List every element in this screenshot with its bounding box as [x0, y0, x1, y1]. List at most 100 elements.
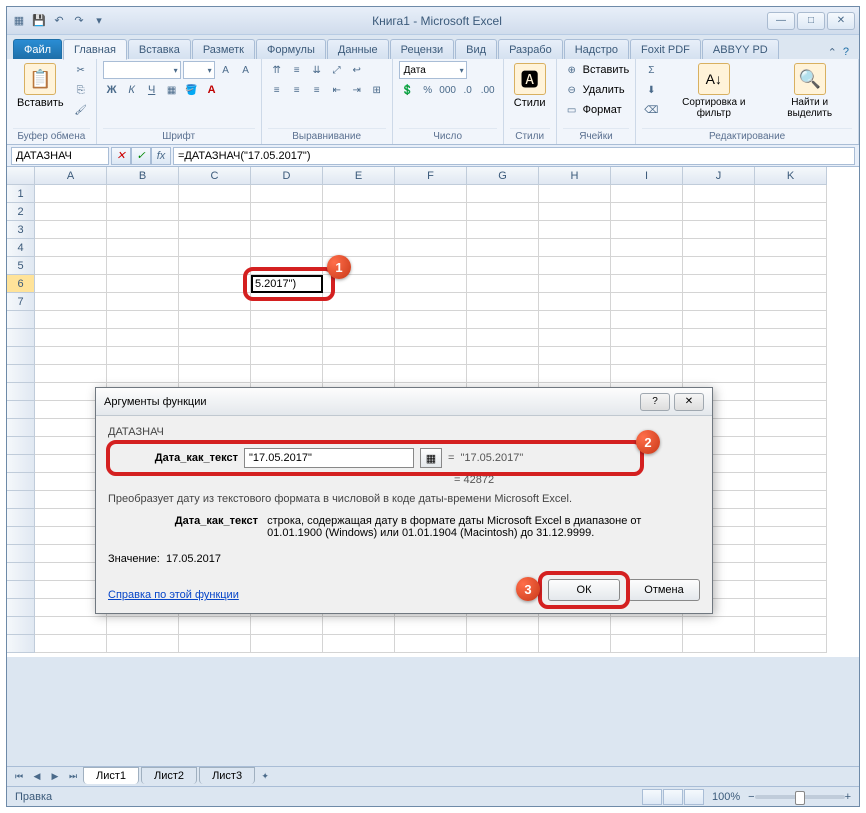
currency-icon[interactable]: 💲: [399, 81, 417, 99]
cut-icon[interactable]: ✂: [72, 61, 90, 79]
font-color-icon[interactable]: A: [203, 81, 221, 99]
help-icon[interactable]: ?: [843, 46, 849, 59]
enter-formula-button[interactable]: ✓: [131, 147, 151, 165]
cell[interactable]: [323, 347, 395, 365]
row-header[interactable]: 1: [7, 185, 35, 203]
cell[interactable]: [35, 311, 107, 329]
cell[interactable]: [755, 221, 827, 239]
cell[interactable]: [35, 221, 107, 239]
col-header[interactable]: H: [539, 167, 611, 185]
row-header[interactable]: [7, 455, 35, 473]
row-header[interactable]: 2: [7, 203, 35, 221]
fx-button[interactable]: fx: [151, 147, 171, 165]
cell[interactable]: [35, 365, 107, 383]
sort-filter-button[interactable]: A↓Сортировка и фильтр: [664, 61, 763, 121]
comma-icon[interactable]: 000: [439, 81, 457, 99]
inc-decimal-icon[interactable]: .0: [459, 81, 477, 99]
tab-addins[interactable]: Надстро: [564, 39, 629, 59]
cell[interactable]: [323, 239, 395, 257]
italic-button[interactable]: К: [123, 81, 141, 99]
font-combo[interactable]: [103, 61, 181, 79]
cell[interactable]: [755, 347, 827, 365]
page-layout-view-icon[interactable]: [663, 789, 683, 805]
cell[interactable]: [107, 617, 179, 635]
row-header[interactable]: [7, 599, 35, 617]
cell[interactable]: [107, 311, 179, 329]
cell[interactable]: [395, 185, 467, 203]
cell[interactable]: [395, 635, 467, 653]
copy-icon[interactable]: ⎘: [72, 81, 90, 99]
cell[interactable]: [539, 239, 611, 257]
cell[interactable]: [251, 239, 323, 257]
cell[interactable]: [107, 221, 179, 239]
cell[interactable]: [755, 599, 827, 617]
cell[interactable]: [179, 617, 251, 635]
dec-decimal-icon[interactable]: .00: [479, 81, 497, 99]
bold-button[interactable]: Ж: [103, 81, 121, 99]
cell[interactable]: [683, 311, 755, 329]
col-header[interactable]: E: [323, 167, 395, 185]
row-header[interactable]: [7, 617, 35, 635]
tab-insert[interactable]: Вставка: [128, 39, 191, 59]
cell[interactable]: [539, 275, 611, 293]
autosum-icon[interactable]: Σ: [642, 61, 660, 79]
cell[interactable]: [35, 203, 107, 221]
cell[interactable]: [683, 275, 755, 293]
insert-cells-icon[interactable]: ⊕: [563, 61, 581, 79]
col-header[interactable]: G: [467, 167, 539, 185]
new-sheet-icon[interactable]: ✦: [257, 769, 273, 785]
cell[interactable]: [107, 203, 179, 221]
row-header[interactable]: [7, 329, 35, 347]
cell[interactable]: [467, 239, 539, 257]
indent-inc-icon[interactable]: ⇥: [348, 81, 366, 99]
cell[interactable]: [539, 203, 611, 221]
cell[interactable]: [611, 635, 683, 653]
cell[interactable]: [35, 347, 107, 365]
cell[interactable]: [467, 257, 539, 275]
cell[interactable]: [323, 221, 395, 239]
cell[interactable]: [179, 185, 251, 203]
close-button[interactable]: ✕: [827, 12, 855, 30]
active-cell-edit[interactable]: 5.2017"): [251, 275, 323, 293]
cell[interactable]: [755, 203, 827, 221]
row-header[interactable]: [7, 365, 35, 383]
shrink-font-icon[interactable]: A: [237, 61, 255, 79]
cell[interactable]: [683, 347, 755, 365]
cell[interactable]: [107, 275, 179, 293]
cell[interactable]: [683, 329, 755, 347]
cell[interactable]: [467, 617, 539, 635]
cell[interactable]: [683, 239, 755, 257]
zoom-out-button[interactable]: −: [748, 791, 754, 803]
row-header[interactable]: [7, 419, 35, 437]
align-top-icon[interactable]: ⇈: [268, 61, 286, 79]
cell[interactable]: [323, 185, 395, 203]
cell[interactable]: [107, 635, 179, 653]
cell[interactable]: [179, 203, 251, 221]
merge-icon[interactable]: ⊞: [368, 81, 386, 99]
cell[interactable]: [755, 383, 827, 401]
cell[interactable]: [755, 239, 827, 257]
cell[interactable]: [539, 221, 611, 239]
tab-foxit[interactable]: Foxit PDF: [630, 39, 701, 59]
last-sheet-icon[interactable]: ⏭: [65, 769, 81, 785]
dialog-close-button[interactable]: ✕: [674, 393, 704, 411]
row-header[interactable]: [7, 347, 35, 365]
delete-cells-label[interactable]: Удалить: [583, 84, 625, 96]
prev-sheet-icon[interactable]: ◀: [29, 769, 45, 785]
cell[interactable]: [35, 275, 107, 293]
row-header[interactable]: [7, 383, 35, 401]
cell[interactable]: [251, 185, 323, 203]
cell[interactable]: [755, 491, 827, 509]
tab-developer[interactable]: Разрабо: [498, 39, 563, 59]
tab-layout[interactable]: Разметк: [192, 39, 255, 59]
cell[interactable]: [107, 347, 179, 365]
row-header[interactable]: 5: [7, 257, 35, 275]
cell[interactable]: [755, 455, 827, 473]
grow-font-icon[interactable]: A: [217, 61, 235, 79]
row-header[interactable]: 7: [7, 293, 35, 311]
cell[interactable]: [611, 257, 683, 275]
row-header[interactable]: [7, 581, 35, 599]
cell[interactable]: [323, 365, 395, 383]
cell[interactable]: [755, 617, 827, 635]
cell[interactable]: [251, 347, 323, 365]
